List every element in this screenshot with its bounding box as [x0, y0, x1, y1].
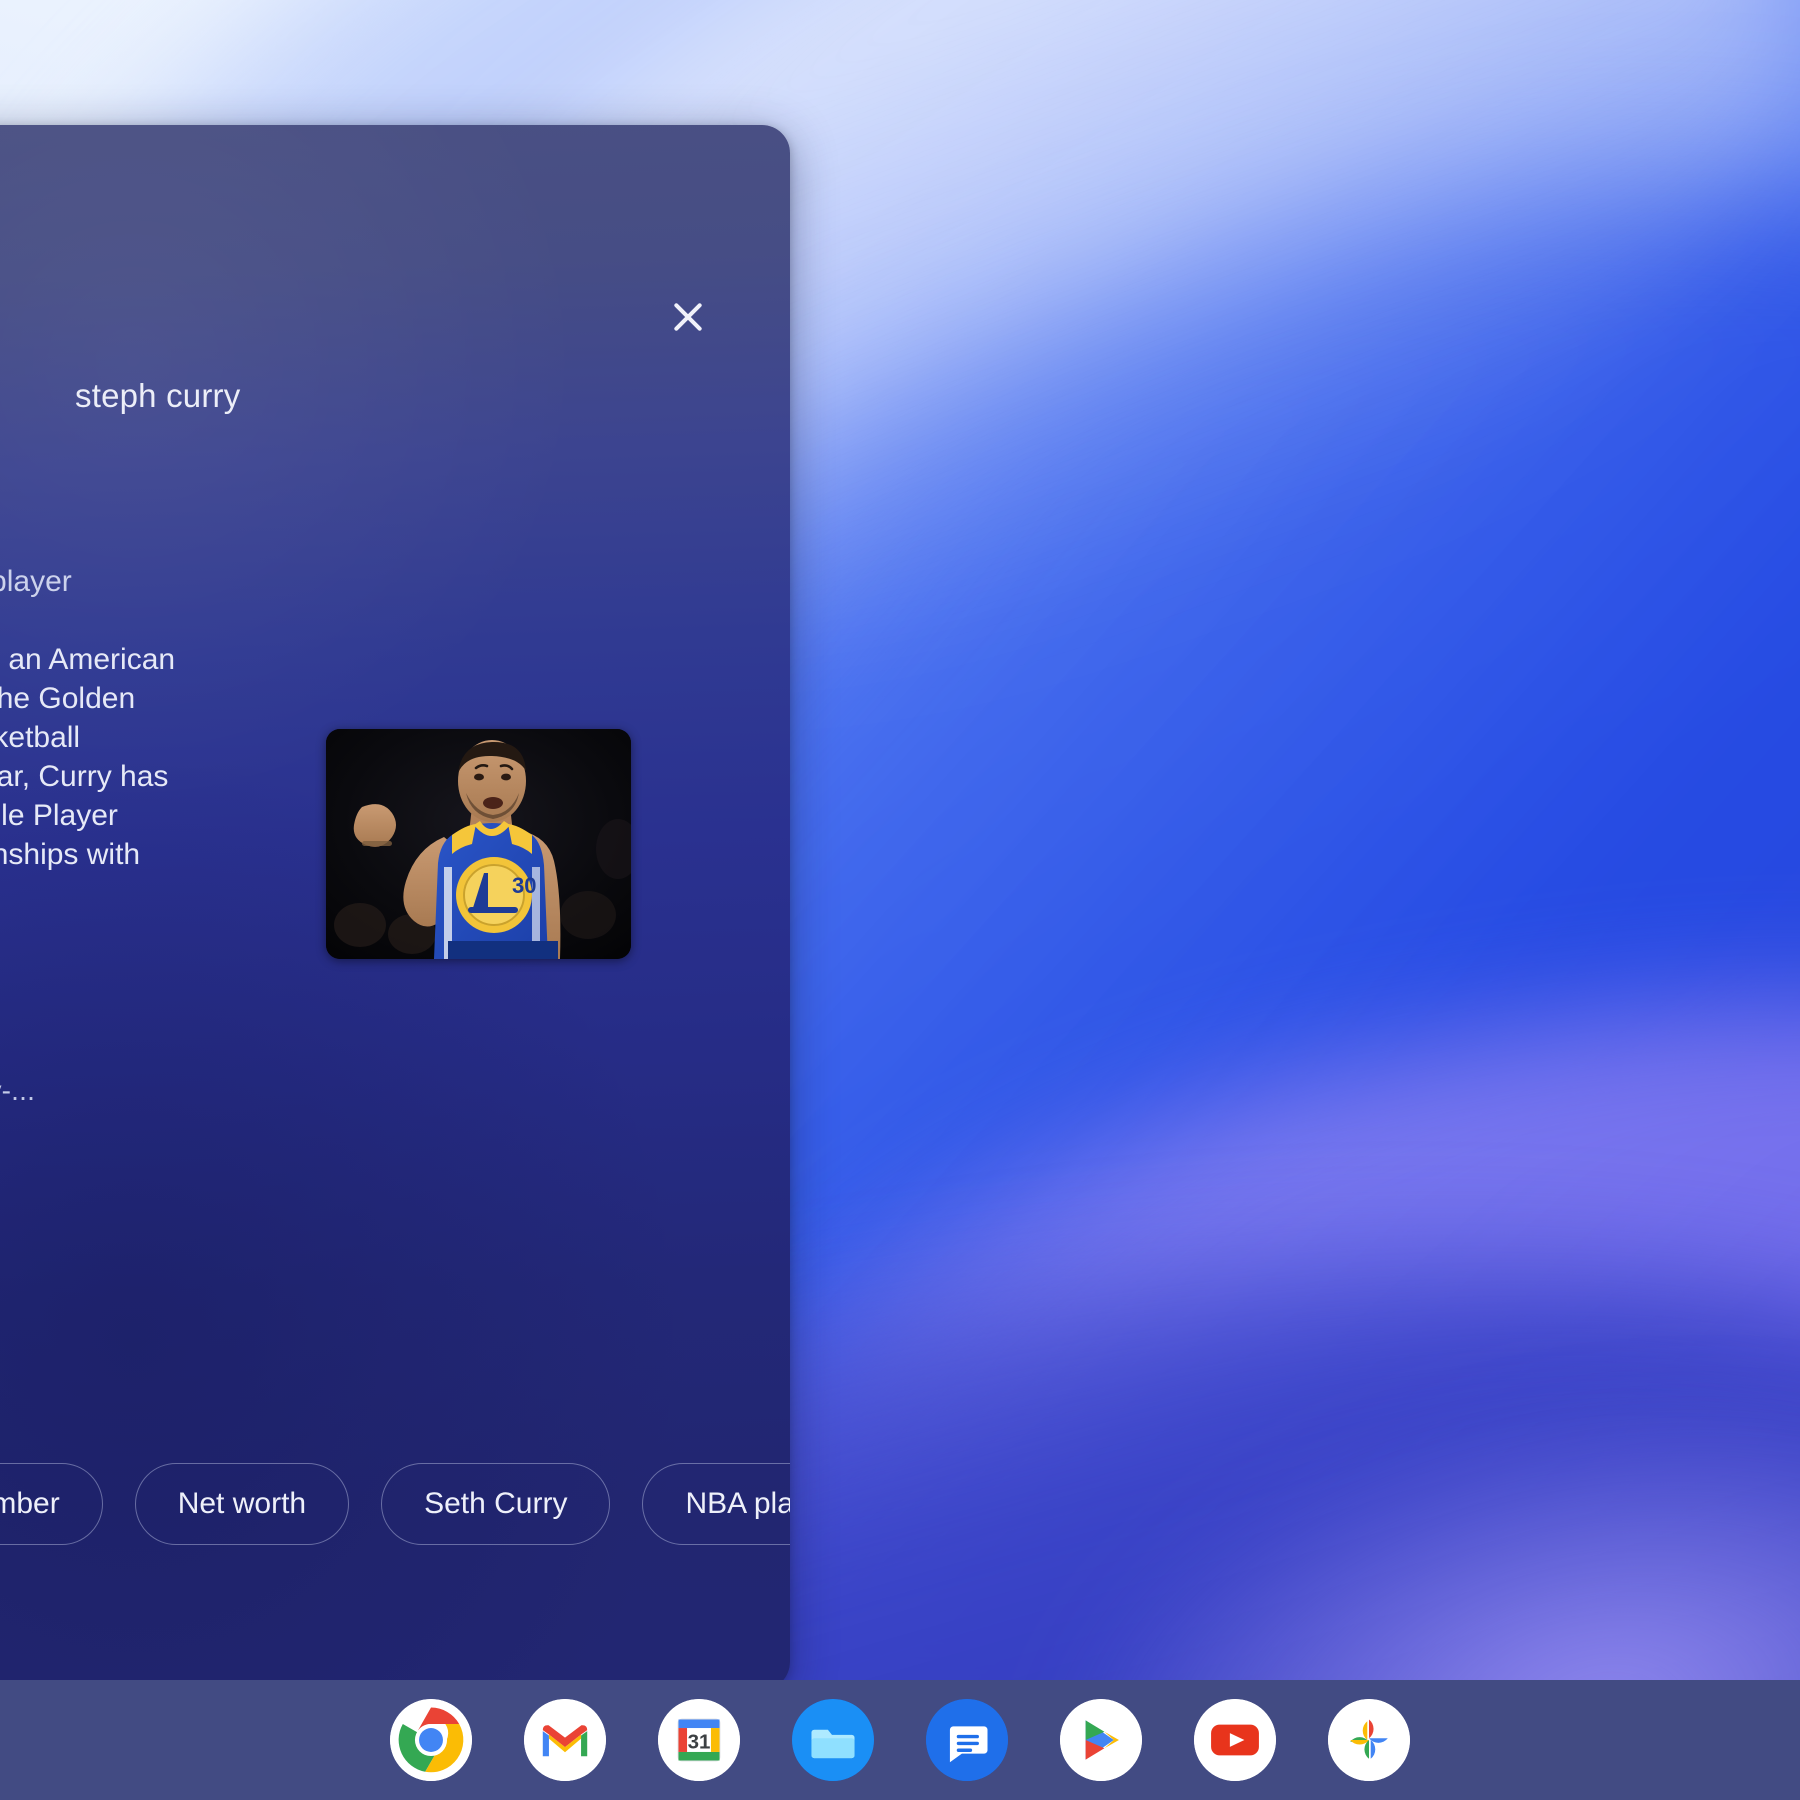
folder-icon [792, 1699, 874, 1781]
shelf-taskbar: 31 [0, 1680, 1800, 1800]
messages-icon [926, 1699, 1008, 1781]
close-x-glyph [674, 303, 702, 331]
suggestion-chip-nba-player[interactable]: NBA pla [642, 1463, 790, 1545]
shelf-item-photos[interactable] [1328, 1699, 1410, 1781]
shelf-item-gmail[interactable] [524, 1699, 606, 1781]
calendar-day-number: 31 [688, 1731, 711, 1754]
assistant-panel: steph curry etball player rry II is an A… [0, 125, 790, 1690]
suggestion-chip-number[interactable]: Number [0, 1463, 103, 1545]
shelf-item-chrome[interactable] [390, 1699, 472, 1781]
suggestion-chip-seth-curry[interactable]: Seth Curry [381, 1463, 611, 1545]
shelf-item-messages[interactable] [926, 1699, 1008, 1781]
shelf-item-play-store[interactable] [1060, 1699, 1142, 1781]
suggestion-chip-row: Number Net worth Seth Curry NBA pla [0, 1463, 790, 1545]
knowledge-panel-subtitle: etball player [0, 565, 72, 598]
suggestion-chip-net-worth[interactable]: Net worth [134, 1463, 350, 1545]
svg-text:30: 30 [512, 873, 536, 898]
steph-curry-photo: 30 [326, 729, 631, 959]
play-store-icon [1060, 1699, 1142, 1781]
knowledge-panel-breadcrumb[interactable]: e › why-... [0, 1075, 790, 1107]
gmail-icon [524, 1699, 606, 1781]
photos-icon [1328, 1699, 1410, 1781]
shelf-item-files[interactable] [792, 1699, 874, 1781]
shelf-item-calendar[interactable]: 31 [658, 1699, 740, 1781]
chrome-icon [390, 1699, 472, 1781]
calendar-icon: 31 [658, 1699, 740, 1781]
shelf-item-youtube[interactable] [1194, 1699, 1276, 1781]
youtube-icon [1194, 1699, 1276, 1781]
close-icon[interactable] [648, 277, 728, 357]
assistant-query-text: steph curry [75, 377, 241, 414]
knowledge-panel-thumbnail[interactable]: 30 [326, 729, 631, 959]
